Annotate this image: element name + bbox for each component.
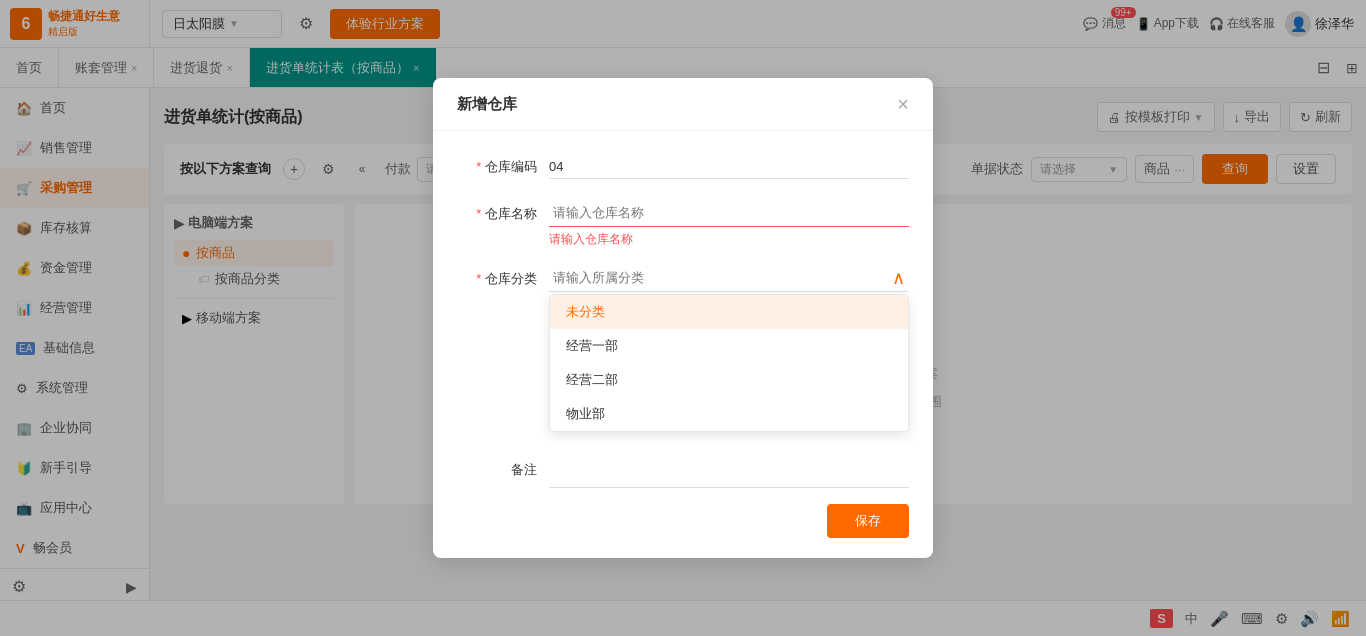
modal-title: 新增仓库 <box>457 95 517 114</box>
dropdown-item-1[interactable]: 经营一部 <box>550 329 908 363</box>
modal-dialog: 新增仓库 × * 仓库编码 04 * 仓库名称 <box>433 78 933 558</box>
warehouse-name-input[interactable] <box>549 199 909 227</box>
name-label: 仓库名称 <box>485 206 537 221</box>
modal-header: 新增仓库 × <box>433 78 933 131</box>
remark-label: 备注 <box>511 462 537 477</box>
category-label: 仓库分类 <box>485 271 537 286</box>
code-label: 仓库编码 <box>485 159 537 174</box>
name-error-msg: 请输入仓库名称 <box>549 231 633 248</box>
modal-footer: 保存 <box>433 504 933 558</box>
modal-backdrop: 新增仓库 × * 仓库编码 04 * 仓库名称 <box>0 0 1366 636</box>
modal-body: * 仓库编码 04 * 仓库名称 请输入仓库名称 <box>433 131 933 504</box>
save-button[interactable]: 保存 <box>827 504 909 538</box>
modal-close-button[interactable]: × <box>897 94 909 114</box>
category-toggle-icon[interactable]: ∧ <box>888 265 909 291</box>
remark-input[interactable] <box>549 452 909 488</box>
dropdown-item-0[interactable]: 未分类 <box>550 295 908 329</box>
category-input[interactable] <box>549 264 888 291</box>
dropdown-item-3[interactable]: 物业部 <box>550 397 908 431</box>
code-value: 04 <box>549 159 563 174</box>
dropdown-item-2[interactable]: 经营二部 <box>550 363 908 397</box>
category-dropdown: 未分类 经营一部 经营二部 物业部 <box>549 294 909 432</box>
